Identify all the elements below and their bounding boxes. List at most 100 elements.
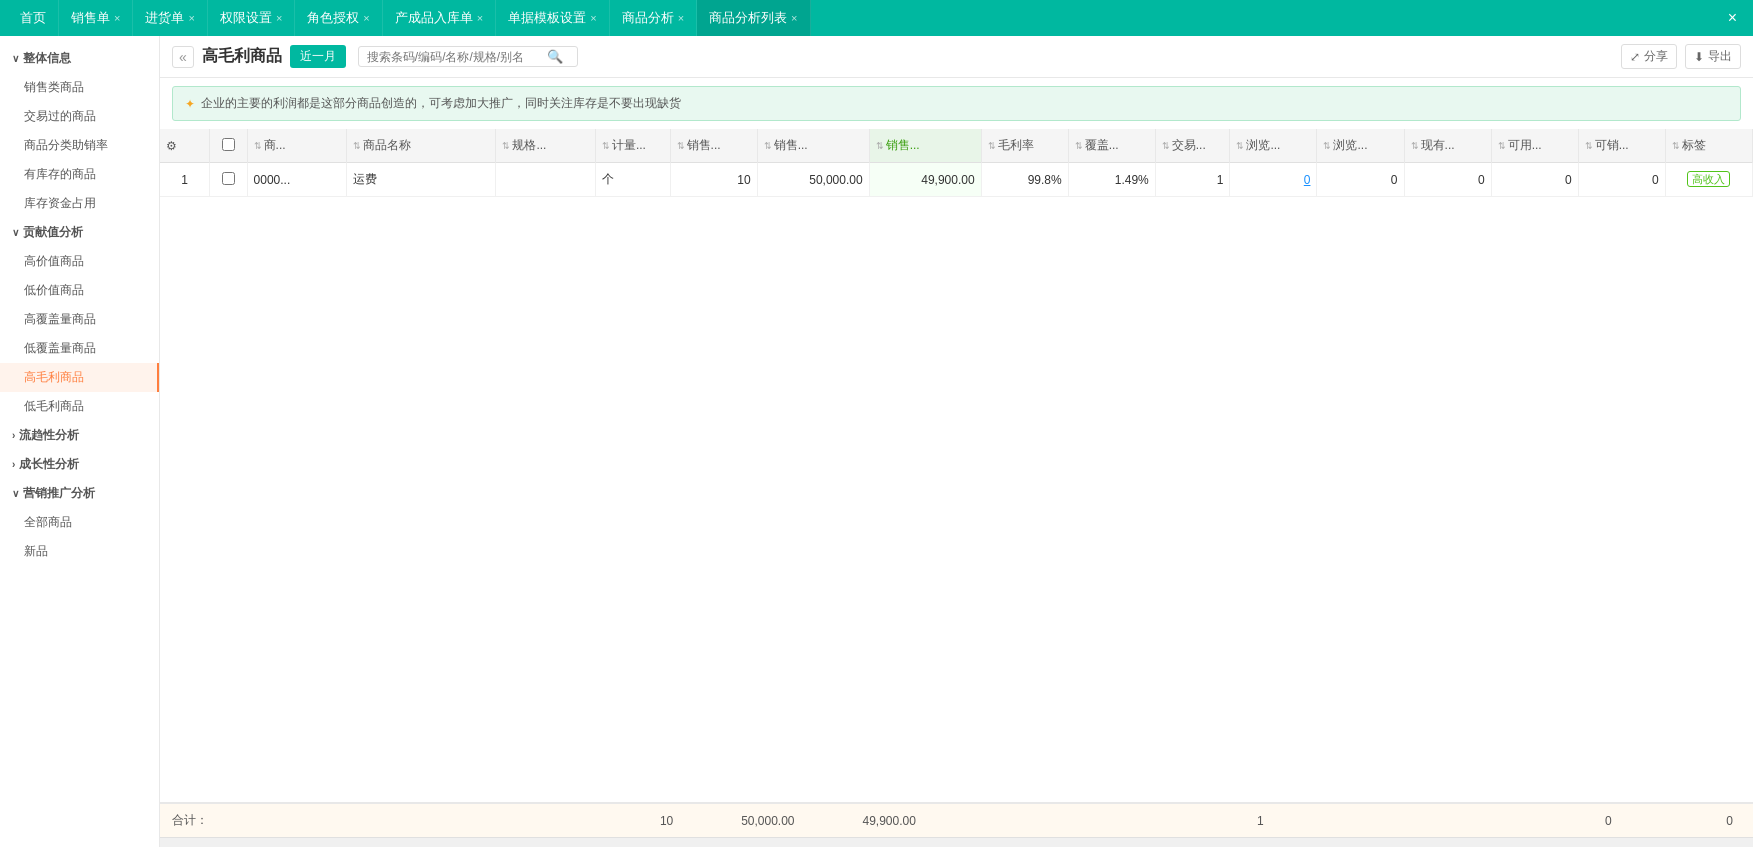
- nav-close-purchase[interactable]: ×: [188, 12, 194, 24]
- search-box: 🔍: [358, 46, 578, 67]
- nav-close-roles[interactable]: ×: [363, 12, 369, 24]
- td-code: 0000...: [247, 163, 347, 197]
- sidebar-group-marketing[interactable]: ∨ 营销推广分析: [0, 479, 159, 508]
- sidebar-item-high-value[interactable]: 高价值商品: [0, 247, 159, 276]
- td-sellable-stock: 0: [1578, 163, 1665, 197]
- close-all-tabs[interactable]: ×: [1720, 5, 1745, 31]
- th-coverage[interactable]: ⇅覆盖...: [1068, 129, 1155, 163]
- td-available-stock: 0: [1491, 163, 1578, 197]
- th-sales-cost[interactable]: ⇅销售...: [869, 129, 981, 163]
- th-pageviews-a[interactable]: ⇅浏览...: [1230, 129, 1317, 163]
- td-name: 运费: [347, 163, 496, 197]
- nav-item-products[interactable]: 产成品入库单 ×: [383, 0, 496, 36]
- bottom-scrollbar[interactable]: [160, 837, 1753, 847]
- nav-close-sales[interactable]: ×: [114, 12, 120, 24]
- td-unit: 个: [595, 163, 670, 197]
- sidebar-collapse-button[interactable]: «: [172, 46, 194, 68]
- th-current-stock[interactable]: ⇅现有...: [1404, 129, 1491, 163]
- td-gross-margin: 99.8%: [981, 163, 1068, 197]
- content-panel: « 高毛利商品 近一月 🔍 ⤢ 分享 ⬇ 导出 ✦ 企业的主要的利润都是这部分商…: [160, 36, 1753, 847]
- td-transactions: 1: [1155, 163, 1230, 197]
- th-checkbox: [210, 129, 247, 163]
- nav-item-home[interactable]: 首页: [8, 0, 59, 36]
- th-transactions[interactable]: ⇅交易...: [1155, 129, 1230, 163]
- footer-cell-empty3: [1272, 814, 1499, 828]
- select-all-checkbox[interactable]: [222, 138, 235, 151]
- footer-cell-sales-qty: 10: [560, 814, 681, 828]
- nav-item-purchase[interactable]: 进货单 ×: [133, 0, 207, 36]
- th-pageviews-b[interactable]: ⇅浏览...: [1317, 129, 1404, 163]
- sidebar-group-growth[interactable]: › 成长性分析: [0, 450, 159, 479]
- sidebar-item-category-assist[interactable]: 商品分类助销率: [0, 131, 159, 160]
- th-tag[interactable]: ⇅标签: [1665, 129, 1752, 163]
- nav-close-permissions[interactable]: ×: [276, 12, 282, 24]
- nav-close-analysis[interactable]: ×: [678, 12, 684, 24]
- footer-cells: 10 50,000.00 49,900.00 1 0 0: [228, 814, 1741, 828]
- td-tag: 高收入: [1665, 163, 1752, 197]
- sidebar-item-low-coverage[interactable]: 低覆盖量商品: [0, 334, 159, 363]
- arrow-trend: ›: [12, 430, 15, 441]
- th-unit[interactable]: ⇅计量...: [595, 129, 670, 163]
- top-nav: 首页 销售单 × 进货单 × 权限设置 × 角色授权 × 产成品入库单 × 单据…: [0, 0, 1753, 36]
- td-sales-cost: 49,900.00: [869, 163, 981, 197]
- sidebar-item-sales-goods[interactable]: 销售类商品: [0, 73, 159, 102]
- sidebar-group-trend[interactable]: › 流趋性分析: [0, 421, 159, 450]
- sidebar-item-high-margin[interactable]: 高毛利商品: [0, 363, 159, 392]
- th-settings[interactable]: ⚙: [160, 129, 210, 163]
- nav-item-permissions[interactable]: 权限设置 ×: [208, 0, 295, 36]
- nav-item-template[interactable]: 单据模板设置 ×: [496, 0, 609, 36]
- footer-bar: 合计： 10 50,000.00 49,900.00 1 0: [160, 802, 1753, 837]
- sidebar-group-overall[interactable]: ∨ 整体信息: [0, 44, 159, 73]
- sidebar-item-all-goods[interactable]: 全部商品: [0, 508, 159, 537]
- share-button[interactable]: ⤢ 分享: [1621, 44, 1677, 69]
- th-name[interactable]: ⇅商品名称: [347, 129, 496, 163]
- th-available-stock[interactable]: ⇅可用...: [1491, 129, 1578, 163]
- sidebar-group-contribution[interactable]: ∨ 贡献值分析: [0, 218, 159, 247]
- arrow-growth: ›: [12, 459, 15, 470]
- sidebar-item-in-stock[interactable]: 有库存的商品: [0, 160, 159, 189]
- td-checkbox: [210, 163, 247, 197]
- footer-cell-empty2: [924, 814, 1151, 828]
- share-icon: ⤢: [1630, 50, 1640, 64]
- nav-item-analysis[interactable]: 商品分析 ×: [610, 0, 697, 36]
- footer-cell-current-stock: 0: [1498, 814, 1619, 828]
- footer-cell-sales-amount: 50,000.00: [681, 814, 802, 828]
- nav-item-sales[interactable]: 销售单 ×: [59, 0, 133, 36]
- info-icon: ✦: [185, 97, 195, 111]
- sidebar-item-new-goods[interactable]: 新品: [0, 537, 159, 566]
- nav-close-template[interactable]: ×: [590, 12, 596, 24]
- footer-cell-sales-cost: 49,900.00: [803, 814, 924, 828]
- sidebar-item-high-coverage[interactable]: 高覆盖量商品: [0, 305, 159, 334]
- arrow-contribution: ∨: [12, 227, 19, 238]
- footer-label: 合计：: [172, 812, 208, 829]
- sidebar-item-low-margin[interactable]: 低毛利商品: [0, 392, 159, 421]
- th-sales-amount[interactable]: ⇅销售...: [757, 129, 869, 163]
- sidebar: ∨ 整体信息 销售类商品 交易过的商品 商品分类助销率 有库存的商品 库存资金占…: [0, 36, 160, 847]
- table-container[interactable]: ⚙ ⇅商... ⇅商品名称 ⇅规格...: [160, 129, 1753, 802]
- th-code[interactable]: ⇅商...: [247, 129, 347, 163]
- tag-high-income: 高收入: [1687, 171, 1730, 187]
- content-header: « 高毛利商品 近一月 🔍 ⤢ 分享 ⬇ 导出: [160, 36, 1753, 78]
- data-table: ⚙ ⇅商... ⇅商品名称 ⇅规格...: [160, 129, 1753, 197]
- nav-close-analysis-list[interactable]: ×: [791, 12, 797, 24]
- search-input[interactable]: [367, 50, 547, 64]
- sidebar-item-low-value[interactable]: 低价值商品: [0, 276, 159, 305]
- th-sales-qty[interactable]: ⇅销售...: [670, 129, 757, 163]
- th-gross-margin[interactable]: ⇅毛利率: [981, 129, 1068, 163]
- sidebar-item-traded-goods[interactable]: 交易过的商品: [0, 102, 159, 131]
- th-spec[interactable]: ⇅规格...: [496, 129, 596, 163]
- arrow-marketing: ∨: [12, 488, 19, 499]
- table-row: 1 0000... 运费: [160, 163, 1753, 197]
- search-icon[interactable]: 🔍: [547, 49, 563, 64]
- page-title: 高毛利商品: [202, 46, 282, 67]
- time-filter-button[interactable]: 近一月: [290, 45, 346, 68]
- sidebar-item-stock-funds[interactable]: 库存资金占用: [0, 189, 159, 218]
- pageviews-link[interactable]: 0: [1304, 173, 1311, 187]
- nav-item-roles[interactable]: 角色授权 ×: [295, 0, 382, 36]
- nav-item-analysis-list[interactable]: 商品分析列表 ×: [697, 0, 810, 36]
- export-button[interactable]: ⬇ 导出: [1685, 44, 1741, 69]
- th-sellable-stock[interactable]: ⇅可销...: [1578, 129, 1665, 163]
- nav-close-products[interactable]: ×: [477, 12, 483, 24]
- export-icon: ⬇: [1694, 50, 1704, 64]
- row-checkbox[interactable]: [222, 172, 235, 185]
